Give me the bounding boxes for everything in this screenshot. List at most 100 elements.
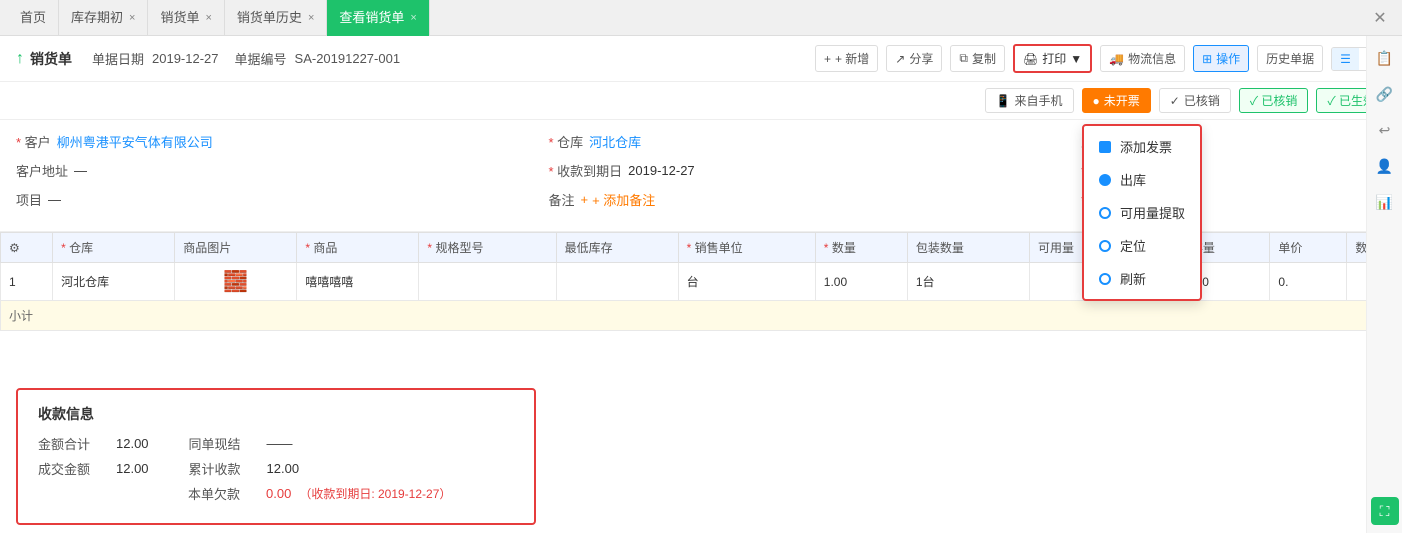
doc-header: ↑ 销货单 单据日期 2019-12-27 单据编号 SA-20191227-0…: [0, 36, 1402, 82]
tab-close-icon[interactable]: ×: [129, 0, 135, 36]
sidebar-clipboard-icon[interactable]: 📋: [1371, 44, 1399, 72]
logistics-button[interactable]: 🚚 物流信息: [1100, 45, 1185, 72]
cumulative-value: 12.00: [267, 461, 300, 476]
tab-sales-history[interactable]: 销货单历史 ×: [225, 0, 327, 36]
col-min-stock: 最低库存: [556, 233, 678, 263]
tab-home-label: 首页: [20, 0, 46, 36]
out-warehouse-label: 出库: [1120, 170, 1146, 189]
same-order-label: 同单现结: [189, 434, 259, 453]
list-view-button[interactable]: ☰: [1332, 48, 1359, 70]
total-label: 金额合计: [38, 434, 108, 453]
payment-info-box: 收款信息 金额合计 12.00 同单现结 —— 成交金额 12.00 累计收款 …: [16, 388, 536, 525]
sidebar-chart-icon[interactable]: 📊: [1371, 188, 1399, 216]
cumulative-field: 累计收款 12.00: [189, 459, 300, 478]
tab-sales-label: 销货单: [160, 0, 199, 36]
owed-label: 本单欠款: [188, 484, 258, 503]
col-settings[interactable]: ⚙: [1, 233, 53, 263]
total-field: 金额合计 12.00: [38, 434, 149, 453]
sidebar-user-icon[interactable]: 👤: [1371, 152, 1399, 180]
out-warehouse-icon: [1098, 173, 1112, 187]
cancelled-icon: ✓: [1250, 94, 1258, 108]
col-warehouse: 仓库: [53, 233, 175, 263]
operations-button[interactable]: ⊞ 操作: [1193, 45, 1249, 72]
history-button[interactable]: 历史单据: [1257, 45, 1323, 72]
share-button[interactable]: ↗ 分享: [886, 45, 942, 72]
available-qty-label: 可用量提取: [1120, 203, 1185, 222]
doc-title-icon: ↑: [16, 50, 24, 68]
window-close-button[interactable]: ✕: [1366, 4, 1394, 32]
sidebar-return-icon[interactable]: ↩: [1371, 116, 1399, 144]
col-qty: 数量: [815, 233, 907, 263]
warehouse-value[interactable]: 河北仓库: [589, 132, 641, 151]
cell-index: 1: [1, 263, 53, 301]
owed-note: （收款到期日: 2019-12-27）: [299, 485, 451, 502]
secondary-toolbar: 📱 来自手机 ● 未开票 ✓ 已核销 ✓ 已核销 ✓ 已生效: [0, 82, 1402, 120]
doc-date-value: 2019-12-27: [152, 51, 219, 66]
print-button[interactable]: 🖨 打印 ▼: [1013, 44, 1092, 73]
payment-date-value[interactable]: 2019-12-27: [628, 163, 695, 178]
tab-sales-order[interactable]: 销货单 ×: [148, 0, 224, 36]
locate-icon: [1098, 239, 1112, 253]
copy-button[interactable]: ⧉ 复制: [950, 45, 1005, 72]
col-unit: 销售单位: [678, 233, 815, 263]
sidebar-link-icon[interactable]: 🔗: [1371, 80, 1399, 108]
refresh-item[interactable]: 刷新: [1084, 262, 1200, 295]
owed-value: 0.00: [266, 486, 291, 501]
from-phone-button[interactable]: 📱 来自手机: [985, 88, 1074, 113]
tab-inventory-start[interactable]: 库存期初 ×: [59, 0, 148, 36]
refresh-label: 刷新: [1120, 269, 1146, 288]
phone-icon: 📱: [996, 94, 1011, 108]
tab-inventory-label: 库存期初: [71, 0, 123, 36]
share-icon: ↗: [895, 52, 905, 66]
right-sidebar: 📋 🔗 ↩ 👤 📊 ⛶: [1366, 36, 1402, 533]
not-open-button[interactable]: ● 未开票: [1082, 88, 1151, 113]
locate-item[interactable]: 定位: [1084, 229, 1200, 262]
add-note-icon: +: [580, 192, 588, 207]
address-value: —: [74, 163, 87, 178]
tab-view-sales[interactable]: 查看销货单 ×: [327, 0, 429, 36]
product-image-icon: 🧱: [223, 271, 248, 293]
tab-close-icon[interactable]: ×: [308, 0, 314, 36]
payment-date-label: 收款到期日: [548, 161, 622, 180]
col-product: 商品: [297, 233, 419, 263]
cell-product: 嘻嘻嘻嘻: [297, 263, 419, 301]
operations-icon: ⊞: [1202, 52, 1212, 66]
total-value: 12.00: [116, 436, 149, 451]
check-icon: ✓: [1170, 94, 1180, 108]
main-content: ↑ 销货单 单据日期 2019-12-27 单据编号 SA-20191227-0…: [0, 36, 1402, 533]
payment-date-field: 收款到期日 2019-12-27: [548, 161, 1056, 180]
add-icon: +: [824, 52, 831, 66]
tab-close-icon[interactable]: ×: [205, 0, 211, 36]
add-button[interactable]: + + 新增: [815, 45, 878, 72]
invoice-icon: ●: [1093, 94, 1100, 108]
add-invoice-item[interactable]: 添加发票: [1084, 130, 1200, 163]
add-invoice-icon: [1098, 140, 1112, 154]
check-button[interactable]: ✓ 已核销: [1159, 88, 1231, 113]
doc-date-label: 单据日期 2019-12-27: [92, 49, 219, 68]
subtotal-row: 小计: [1, 301, 1402, 331]
print-icon: 🖨: [1023, 52, 1038, 66]
project-label: 项目: [16, 190, 42, 209]
col-price: 单价: [1270, 233, 1347, 263]
payment-row-2: 成交金额 12.00 累计收款 12.00: [38, 459, 514, 478]
doc-title-text: 销货单: [30, 49, 72, 69]
refresh-icon: [1098, 272, 1112, 286]
add-note-button[interactable]: + + 添加备注: [580, 190, 655, 209]
customer-value[interactable]: 柳州粤港平安气体有限公司: [57, 132, 213, 151]
warehouse-label: 仓库: [548, 132, 583, 151]
sidebar-expand-icon[interactable]: ⛶: [1371, 497, 1399, 525]
locate-label: 定位: [1120, 236, 1146, 255]
print-dropdown-icon: ▼: [1070, 52, 1082, 66]
tab-close-icon[interactable]: ×: [410, 0, 416, 36]
cell-qty: 1.00: [815, 263, 907, 301]
subtotal-label: 小计: [1, 301, 1402, 331]
available-qty-item[interactable]: 可用量提取: [1084, 196, 1200, 229]
note-label: 备注: [548, 190, 574, 209]
project-field: 项目 —: [16, 190, 524, 209]
cell-pack-qty: 1台: [907, 263, 1029, 301]
out-warehouse-item[interactable]: 出库: [1084, 163, 1200, 196]
tab-home[interactable]: 首页: [8, 0, 59, 36]
payment-row-1: 金额合计 12.00 同单现结 ——: [38, 434, 514, 453]
col-pack-qty: 包装数量: [907, 233, 1029, 263]
cell-image: 🧱: [175, 263, 297, 301]
